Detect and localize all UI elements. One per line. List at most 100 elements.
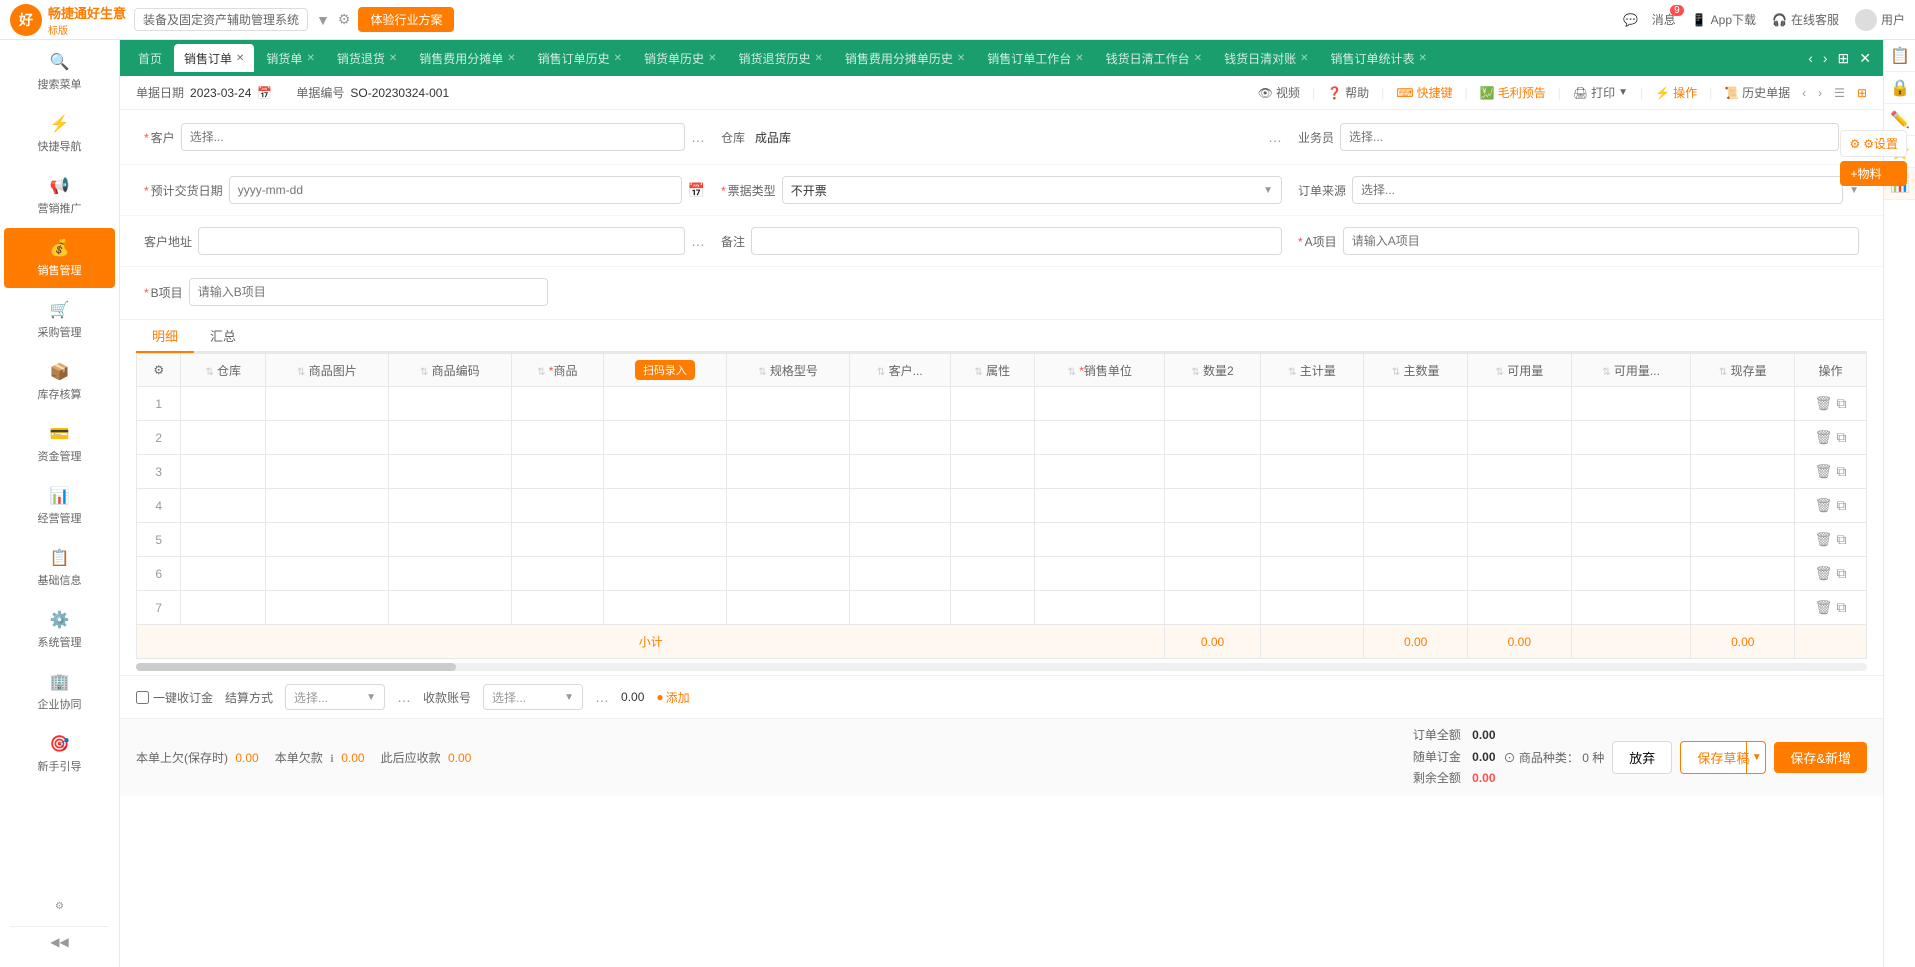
add-payment-btn[interactable]: ● 添加 (656, 689, 689, 706)
invoice-select[interactable]: 不开票 ▼ (782, 176, 1282, 204)
sidebar-item-system[interactable]: ⚙️系统管理 (4, 600, 115, 660)
tab-close-3[interactable]: ✕ (389, 53, 397, 64)
sort-icon-spec[interactable]: ⇅ (758, 367, 766, 378)
system-settings-icon[interactable]: ⚙ (338, 11, 351, 28)
add-product-btn[interactable]: +物料 (1840, 161, 1883, 186)
th-action[interactable]: 操作 (1795, 354, 1867, 387)
sidebar-item-operation[interactable]: 📊经营管理 (4, 476, 115, 536)
tab-销售订单统计表[interactable]: 销售订单统计表✕ (1320, 44, 1436, 72)
system-dropdown-icon[interactable]: ▼ (316, 12, 330, 28)
pagination-prev[interactable]: ‹ (1802, 86, 1806, 100)
tab-销售订单历史[interactable]: 销售订单历史✕ (528, 44, 632, 72)
tab-close-1[interactable]: ✕ (236, 53, 244, 64)
right-lock-btn[interactable]: 🔒 (1884, 72, 1915, 104)
sort-icon-warehouse[interactable]: ⇅ (205, 367, 213, 378)
sort-icon-attr[interactable]: ⇅ (974, 367, 982, 378)
payment-method-select[interactable]: 选择... ▼ (285, 684, 385, 710)
payment-method-more[interactable]: … (397, 689, 411, 705)
tab-首页[interactable]: 首页 (128, 44, 172, 72)
tab-close-9[interactable]: ✕ (1075, 53, 1083, 64)
sidebar-item-marketing[interactable]: 📢营销推广 (4, 166, 115, 226)
copy-icon-7[interactable]: ⧉ (1836, 599, 1846, 616)
settings-btn[interactable]: ⚙ ⚙设置 (1840, 130, 1883, 157)
tab-close-11[interactable]: ✕ (1300, 53, 1308, 64)
one-click-label[interactable]: 一键收订金 (136, 689, 213, 706)
scan-btn[interactable]: 扫码录入 (635, 360, 695, 380)
pagination-next[interactable]: › (1818, 86, 1822, 100)
copy-icon-6[interactable]: ⧉ (1836, 565, 1846, 582)
user-area[interactable]: 用户 (1855, 9, 1905, 31)
industry-btn[interactable]: 体验行业方案 (358, 7, 454, 32)
operation-btn[interactable]: ⚡ 操作 (1655, 84, 1697, 101)
th-settings[interactable]: ⚙ (137, 354, 181, 387)
tab-next-btn[interactable]: › (1819, 48, 1832, 68)
right-clipboard-btn[interactable]: 📋 (1884, 40, 1915, 72)
tab-销售费用分摊单[interactable]: 销售费用分摊单✕ (409, 44, 525, 72)
save-new-btn[interactable]: 保存&新增 (1774, 742, 1867, 773)
sidebar-item-guide[interactable]: 🎯新手引导 (4, 724, 115, 784)
table-scrollbar[interactable] (136, 663, 1867, 671)
copy-icon-5[interactable]: ⧉ (1836, 531, 1846, 548)
card-view-icon[interactable]: ⊞ (1857, 86, 1867, 100)
address-more-btn[interactable]: … (691, 233, 705, 249)
sidebar-item-enterprise[interactable]: 🏢企业协同 (4, 662, 115, 722)
notification-area[interactable]: 💬 9 消息 (1623, 11, 1675, 28)
sort-icon-code[interactable]: ⇅ (420, 367, 428, 378)
sort-icon-current_stock[interactable]: ⇅ (1719, 367, 1727, 378)
delivery-calendar-icon[interactable]: 📅 (688, 182, 705, 199)
staff-input[interactable] (1340, 123, 1839, 151)
sidebar-item-base-info[interactable]: 📋基础信息 (4, 538, 115, 598)
tab-close-8[interactable]: ✕ (957, 53, 965, 64)
current-debt-info-icon[interactable]: ℹ (330, 754, 334, 765)
profit-btn[interactable]: 💹 毛利预告 (1480, 84, 1546, 101)
delete-icon-3[interactable]: 🗑 (1815, 463, 1833, 480)
delivery-date-input[interactable] (229, 176, 682, 204)
tab-close-10[interactable]: ✕ (1194, 53, 1202, 64)
tab-钱货日清工作台[interactable]: 钱货日清工作台✕ (1096, 44, 1212, 72)
tab-close-5[interactable]: ✕ (614, 53, 622, 64)
remark-input[interactable] (751, 227, 1282, 255)
preview-btn[interactable]: 👁 视频 (1258, 84, 1300, 101)
tab-close-7[interactable]: ✕ (814, 53, 822, 64)
sort-icon-main_qty[interactable]: ⇅ (1392, 367, 1400, 378)
print-dropdown-icon[interactable]: ▼ (1618, 87, 1628, 98)
b-project-input[interactable] (189, 278, 548, 306)
sidebar-item-search[interactable]: 🔍搜索菜单 (4, 42, 115, 102)
delete-icon-6[interactable]: 🗑 (1815, 565, 1833, 582)
tab-销货单[interactable]: 销货单✕ (256, 44, 324, 72)
copy-icon-4[interactable]: ⧉ (1836, 497, 1846, 514)
sidebar-item-quick-nav[interactable]: ⚡快捷导航 (4, 104, 115, 164)
sort-icon-image[interactable]: ⇅ (297, 367, 305, 378)
tab-close-12[interactable]: ✕ (1419, 53, 1427, 64)
account-select[interactable]: 选择... ▼ (483, 684, 583, 710)
sidebar-collapse-btn[interactable]: ◀◀ (10, 926, 109, 957)
tab-detail[interactable]: 明细 (136, 320, 194, 353)
tab-销货退货历史[interactable]: 销货退货历史✕ (728, 44, 832, 72)
sidebar-item-sales[interactable]: 💰销售管理 (4, 228, 115, 288)
sort-icon-customer_code[interactable]: ⇅ (877, 367, 885, 378)
sidebar-item-finance[interactable]: 💳资金管理 (4, 414, 115, 474)
tab-销货退货[interactable]: 销货退货✕ (327, 44, 407, 72)
sidebar-settings-btn[interactable]: ⚙ (10, 895, 109, 918)
delete-icon-7[interactable]: 🗑 (1815, 599, 1833, 616)
warehouse-more-btn[interactable]: … (1268, 129, 1282, 145)
scrollbar-thumb[interactable] (136, 663, 456, 671)
history-btn[interactable]: 📜 历史单据 (1724, 84, 1790, 101)
sidebar-item-inventory[interactable]: 📦库存核算 (4, 352, 115, 412)
sort-icon-product[interactable]: ⇅ (537, 367, 545, 378)
delete-icon-5[interactable]: 🗑 (1815, 531, 1833, 548)
delete-icon-2[interactable]: 🗑 (1815, 429, 1833, 446)
sort-icon-main_unit[interactable]: ⇅ (1288, 367, 1296, 378)
online-service-btn[interactable]: 🎧 在线客服 (1772, 11, 1839, 28)
tab-close-6[interactable]: ✕ (708, 53, 716, 64)
account-more[interactable]: … (595, 689, 609, 705)
copy-icon-2[interactable]: ⧉ (1836, 429, 1846, 446)
sort-icon-unit[interactable]: ⇅ (1068, 367, 1076, 378)
address-input[interactable] (198, 227, 685, 255)
sort-icon-qty2[interactable]: ⇅ (1191, 367, 1199, 378)
app-download-btn[interactable]: 📱 App下载 (1692, 11, 1756, 28)
print-btn[interactable]: 🖨 打印 ▼ (1573, 84, 1628, 101)
tab-prev-btn[interactable]: ‹ (1804, 48, 1817, 68)
delete-icon-4[interactable]: 🗑 (1815, 497, 1833, 514)
order-source-input[interactable] (1352, 176, 1843, 204)
